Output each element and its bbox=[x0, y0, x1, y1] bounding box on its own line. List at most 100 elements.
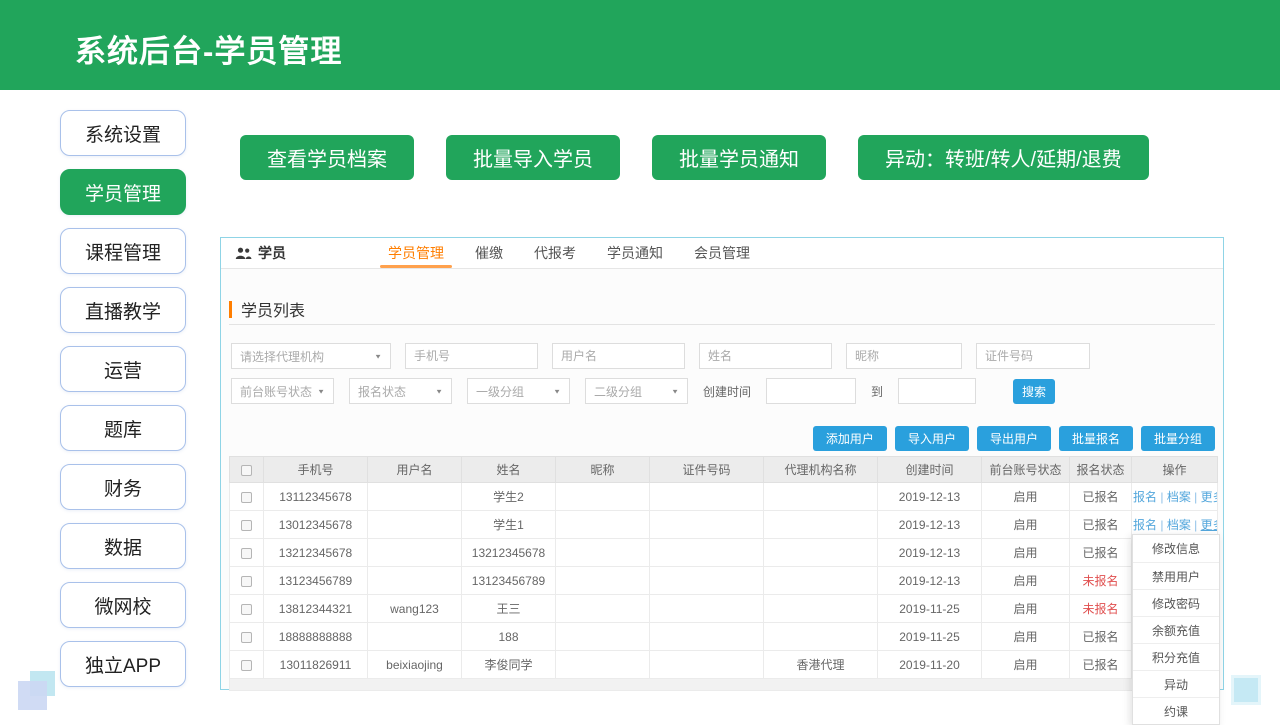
search-button[interactable]: 搜索 bbox=[1013, 379, 1055, 404]
batch-signup-button[interactable]: 批量报名 bbox=[1059, 426, 1133, 451]
cell-created: 2019-11-25 bbox=[878, 623, 982, 651]
sidebar-item-finance[interactable]: 财务 bbox=[60, 464, 186, 510]
tab-student-management[interactable]: 学员管理 bbox=[386, 238, 446, 268]
row-checkbox[interactable] bbox=[241, 548, 252, 559]
action-separator: | bbox=[1191, 518, 1201, 532]
export-users-button[interactable]: 导出用户 bbox=[977, 426, 1051, 451]
cell-account-status: 启用 bbox=[982, 511, 1070, 539]
batch-import-students-button[interactable]: 批量导入学员 bbox=[446, 135, 620, 180]
table-footer-strip bbox=[229, 679, 1215, 691]
cell-name: 13212345678 bbox=[462, 539, 556, 567]
action-separator: | bbox=[1157, 518, 1167, 532]
cell-name: 李俊同学 bbox=[462, 651, 556, 679]
cell-agency bbox=[764, 539, 878, 567]
student-table: 手机号用户名姓名昵称证件号码代理机构名称创建时间前台账号状态报名状态操作 131… bbox=[229, 456, 1218, 679]
table-row: 13112345678学生22019-12-13启用已报名报名 | 档案 | 更… bbox=[230, 483, 1218, 511]
tab-proxy-exam[interactable]: 代报考 bbox=[532, 238, 578, 268]
action-link-1[interactable]: 档案 bbox=[1167, 490, 1191, 504]
cell-name: 13123456789 bbox=[462, 567, 556, 595]
cell-id-number bbox=[650, 595, 764, 623]
cell-id-number bbox=[650, 511, 764, 539]
dropdown-item-change-password[interactable]: 修改密码 bbox=[1133, 589, 1219, 616]
dropdown-item-disable-user[interactable]: 禁用用户 bbox=[1133, 562, 1219, 589]
created-to-input[interactable] bbox=[898, 378, 976, 404]
dropdown-item-student-change[interactable]: 异动 bbox=[1133, 670, 1219, 697]
cell-account-status: 启用 bbox=[982, 623, 1070, 651]
row-checkbox[interactable] bbox=[241, 604, 252, 615]
sidebar-item-data[interactable]: 数据 bbox=[60, 523, 186, 569]
dropdown-item-balance-recharge[interactable]: 余额充值 bbox=[1133, 616, 1219, 643]
row-checkbox[interactable] bbox=[241, 632, 252, 643]
dropdown-item-points-recharge[interactable]: 积分充值 bbox=[1133, 643, 1219, 670]
student-change-button[interactable]: 异动：转班/转人/延期/退费 bbox=[858, 135, 1149, 180]
add-user-button[interactable]: 添加用户 bbox=[813, 426, 887, 451]
sidebar-item-micro-school[interactable]: 微网校 bbox=[60, 582, 186, 628]
phone-input[interactable] bbox=[405, 343, 538, 369]
tab-member-management[interactable]: 会员管理 bbox=[692, 238, 752, 268]
page-title: 系统后台-学员管理 bbox=[75, 26, 342, 71]
agency-select-placeholder: 请选择代理机构 bbox=[240, 348, 324, 365]
import-users-button[interactable]: 导入用户 bbox=[895, 426, 969, 451]
cell-name: 王三 bbox=[462, 595, 556, 623]
nickname-input[interactable] bbox=[846, 343, 962, 369]
column-header-5: 代理机构名称 bbox=[764, 457, 878, 483]
action-link-2[interactable]: 更多 bbox=[1201, 518, 1218, 532]
action-link-2[interactable]: 更多 bbox=[1201, 490, 1218, 504]
action-separator: | bbox=[1191, 490, 1201, 504]
sidebar-item-system-settings[interactable]: 系统设置 bbox=[60, 110, 186, 156]
cell-signup-status: 已报名 bbox=[1070, 483, 1132, 511]
sidebar-item-question-bank[interactable]: 题库 bbox=[60, 405, 186, 451]
name-input[interactable] bbox=[699, 343, 832, 369]
filter-row-1: 请选择代理机构▼ bbox=[231, 343, 1090, 369]
action-link-0[interactable]: 报名 bbox=[1133, 518, 1157, 532]
cell-nickname bbox=[556, 539, 650, 567]
app-header: 系统后台-学员管理 bbox=[0, 0, 1280, 90]
row-checkbox[interactable] bbox=[241, 520, 252, 531]
cell-account-status: 启用 bbox=[982, 651, 1070, 679]
select-all-checkbox[interactable] bbox=[241, 465, 252, 476]
dropdown-item-edit-info[interactable]: 修改信息 bbox=[1133, 535, 1219, 562]
sidebar-item-live-teaching[interactable]: 直播教学 bbox=[60, 287, 186, 333]
group-level2-select[interactable]: 二级分组▼ bbox=[585, 378, 688, 404]
sidebar-item-course-management[interactable]: 课程管理 bbox=[60, 228, 186, 274]
cell-signup-status: 未报名 bbox=[1070, 567, 1132, 595]
entity-text: 学员 bbox=[258, 243, 286, 263]
cell-id-number bbox=[650, 539, 764, 567]
tab-student-notice[interactable]: 学员通知 bbox=[605, 238, 665, 268]
column-header-0: 手机号 bbox=[264, 457, 368, 483]
agency-select[interactable]: 请选择代理机构▼ bbox=[231, 343, 391, 369]
row-checkbox[interactable] bbox=[241, 576, 252, 587]
sidebar-item-student-management[interactable]: 学员管理 bbox=[60, 169, 186, 215]
cell-created: 2019-12-13 bbox=[878, 567, 982, 595]
row-checkbox-cell bbox=[230, 511, 264, 539]
signup-status-select[interactable]: 报名状态▼ bbox=[349, 378, 452, 404]
sidebar-item-standalone-app[interactable]: 独立APP bbox=[60, 641, 186, 687]
view-student-files-button[interactable]: 查看学员档案 bbox=[240, 135, 414, 180]
row-checkbox[interactable] bbox=[241, 660, 252, 671]
username-input[interactable] bbox=[552, 343, 685, 369]
action-link-1[interactable]: 档案 bbox=[1167, 518, 1191, 532]
cell-username bbox=[368, 511, 462, 539]
account-status-select-placeholder: 前台账号状态 bbox=[240, 383, 312, 400]
table-row: 188888888881882019-11-25启用已报名 bbox=[230, 623, 1218, 651]
batch-group-button[interactable]: 批量分组 bbox=[1141, 426, 1215, 451]
idnumber-input[interactable] bbox=[976, 343, 1090, 369]
table-body: 13112345678学生22019-12-13启用已报名报名 | 档案 | 更… bbox=[230, 483, 1218, 679]
cell-agency bbox=[764, 483, 878, 511]
sidebar-item-operations[interactable]: 运营 bbox=[60, 346, 186, 392]
entity-label: 学员 bbox=[235, 243, 286, 263]
cell-phone: 13012345678 bbox=[264, 511, 368, 539]
cell-id-number bbox=[650, 567, 764, 595]
cell-name: 学生2 bbox=[462, 483, 556, 511]
cell-account-status: 启用 bbox=[982, 539, 1070, 567]
action-link-0[interactable]: 报名 bbox=[1133, 490, 1157, 504]
row-checkbox[interactable] bbox=[241, 492, 252, 503]
cell-account-status: 启用 bbox=[982, 483, 1070, 511]
chevron-down-icon: ▼ bbox=[317, 387, 325, 394]
cell-id-number bbox=[650, 651, 764, 679]
group-level1-select[interactable]: 一级分组▼ bbox=[467, 378, 570, 404]
tab-payment-reminder[interactable]: 催缴 bbox=[473, 238, 505, 268]
account-status-select[interactable]: 前台账号状态 ▼ bbox=[231, 378, 334, 404]
created-from-input[interactable] bbox=[766, 378, 856, 404]
batch-student-notify-button[interactable]: 批量学员通知 bbox=[652, 135, 826, 180]
